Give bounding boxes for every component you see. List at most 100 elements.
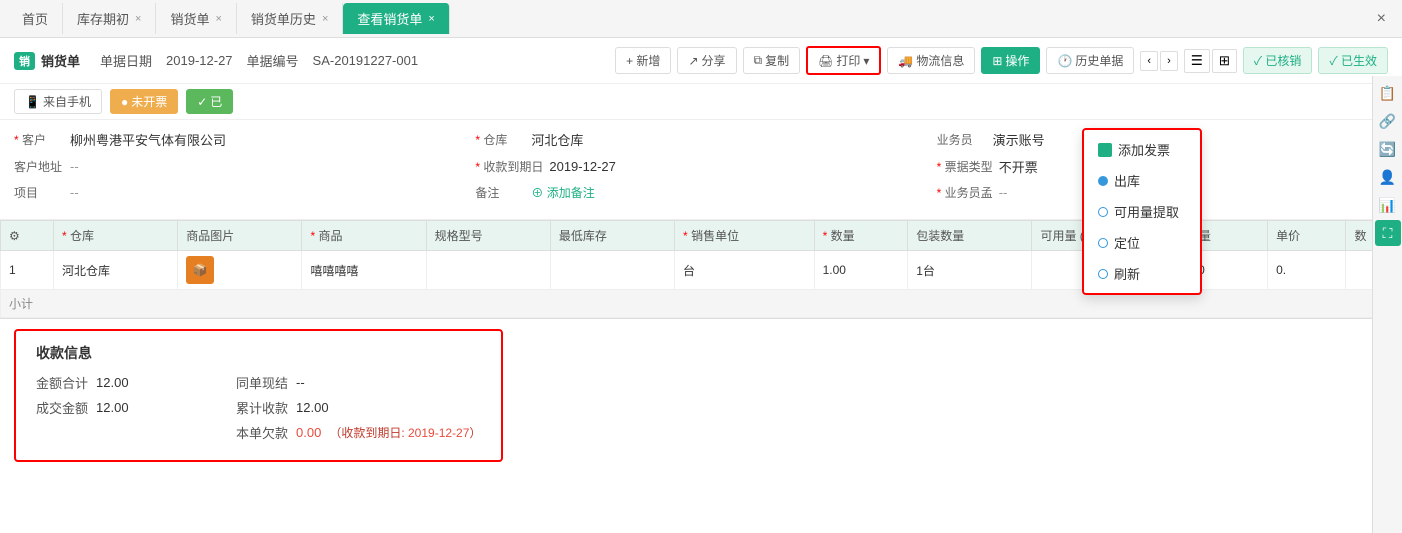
sidebar-icon-expand[interactable]: ⛶ xyxy=(1375,220,1401,246)
col-gear: ⚙ xyxy=(1,221,54,251)
add-invoice-label: 添加发票 xyxy=(1118,140,1170,159)
deal-amount-item: 成交金额 12.00 xyxy=(36,398,196,417)
check-button[interactable]: ✓ 已 xyxy=(186,89,233,114)
tab-sales-close[interactable]: × xyxy=(215,13,221,25)
tab-inventory[interactable]: 库存期初 × xyxy=(63,3,156,34)
doc-header: 销 销货单 单据日期 2019-12-27 单据编号 SA-20191227-0… xyxy=(0,38,1402,84)
same-order-value: -- xyxy=(296,375,305,390)
row-warehouse: 河北仓库 xyxy=(54,251,178,290)
cumulative-value: 12.00 xyxy=(296,400,329,415)
right-sidebar: 📋 🔗 🔄 👤 📊 ⛶ xyxy=(1372,76,1402,533)
tab-sales[interactable]: 销货单 × xyxy=(156,3,236,34)
row-product: 嘻嘻嘻嘻 xyxy=(302,251,426,290)
date-value: 2019-12-27 xyxy=(166,53,233,68)
deal-amount-value: 12.00 xyxy=(96,400,129,415)
total-amount-label: 金额合计 xyxy=(36,373,88,392)
refresh-icon xyxy=(1098,269,1108,279)
row-pkg-qty: 1台 xyxy=(908,251,1032,290)
check-icon: ✓ xyxy=(1254,54,1262,68)
cumulative-item: 累计收款 12.00 xyxy=(236,398,396,417)
number-label: 单据编号 xyxy=(247,51,299,70)
customer-field: 客户 柳州粤港平安气体有限公司 xyxy=(14,130,465,149)
col-price: 单价 xyxy=(1268,221,1346,251)
employee-label: 业务员 xyxy=(937,131,987,148)
row-num: 1 xyxy=(1,251,54,290)
warehouse-field: 仓库 河北仓库 xyxy=(475,130,926,149)
outbound-item[interactable]: 出库 xyxy=(1084,165,1200,196)
tab-inventory-close[interactable]: × xyxy=(135,13,141,25)
effect-check-icon: ✓ xyxy=(1329,54,1337,68)
logistics-icon: 🚚 xyxy=(898,54,913,68)
col-spec: 规格型号 xyxy=(426,221,550,251)
sales-person-label: 业务员孟 xyxy=(937,184,993,201)
sales-person-value: -- xyxy=(999,185,1008,200)
sidebar-icon-3[interactable]: 🔄 xyxy=(1375,136,1401,162)
add-button[interactable]: + 新增 xyxy=(615,47,671,74)
plus-icon: ⊕ xyxy=(531,186,543,200)
sidebar-icon-1[interactable]: 📋 xyxy=(1375,80,1401,106)
print-dropdown-icon: ▾ xyxy=(863,54,869,68)
grid-view-button[interactable]: ⊞ xyxy=(1212,49,1237,73)
available-extract-item[interactable]: 可用量提取 xyxy=(1084,196,1200,227)
row-price: 0. xyxy=(1268,251,1346,290)
share-button[interactable]: ↗ 分享 xyxy=(677,47,736,74)
tab-bar: 首页 库存期初 × 销货单 × 销货单历史 × 查看销货单 × × xyxy=(0,0,1402,38)
same-order-label: 同单现结 xyxy=(236,373,288,392)
payment-row-1: 金额合计 12.00 同单现结 -- xyxy=(36,373,481,392)
outbound-label: 出库 xyxy=(1114,171,1140,190)
add-remark-button[interactable]: ⊕ 添加备注 xyxy=(531,184,594,201)
effect-status: ✓ 已生效 xyxy=(1318,47,1388,74)
col-unit: 销售单位 xyxy=(675,221,815,251)
view-toggle: ☰ ⊞ xyxy=(1184,49,1237,73)
doc-type-label: 销货单 xyxy=(41,51,80,70)
copy-button[interactable]: ⧉ 复制 xyxy=(743,47,801,74)
print-button[interactable]: 🖨 打印 ▾ xyxy=(806,46,881,75)
row-qty: 1.00 xyxy=(814,251,908,290)
total-amount-item: 金额合计 12.00 xyxy=(36,373,196,392)
locate-icon xyxy=(1098,238,1108,248)
doc-title: 销 销货单 xyxy=(14,51,80,70)
product-image-icon: 📦 xyxy=(193,263,208,277)
prev-button[interactable]: ‹ xyxy=(1140,51,1158,71)
history-button[interactable]: 🕐 历史单据 xyxy=(1046,47,1134,74)
window-close[interactable]: × xyxy=(1369,10,1394,28)
check-status-icon: ✓ xyxy=(197,95,207,109)
sidebar-icon-5[interactable]: 📊 xyxy=(1375,192,1401,218)
copy-icon: ⧉ xyxy=(754,53,763,68)
tab-view-sales-close[interactable]: × xyxy=(428,13,434,25)
operate-button[interactable]: ⊞ 操作 xyxy=(981,47,1040,74)
bottom-section: 收款信息 金额合计 12.00 同单现结 -- 成交金额 12.00 累计收款 xyxy=(0,319,1402,472)
locate-item[interactable]: 定位 xyxy=(1084,227,1200,258)
sidebar-icon-2[interactable]: 🔗 xyxy=(1375,108,1401,134)
invoice-type-value: 不开票 xyxy=(999,157,1038,176)
from-phone-button[interactable]: 📱 来自手机 xyxy=(14,89,102,114)
list-view-button[interactable]: ☰ xyxy=(1184,49,1210,73)
due-date-field: 收款到期日 2019-12-27 xyxy=(475,158,926,175)
sidebar-icon-4[interactable]: 👤 xyxy=(1375,164,1401,190)
address-value: -- xyxy=(70,159,79,174)
tab-home[interactable]: 首页 xyxy=(8,3,63,34)
next-button[interactable]: › xyxy=(1160,51,1178,71)
tab-view-sales[interactable]: 查看销货单 × xyxy=(343,3,449,34)
add-invoice-item[interactable]: 添加发票 xyxy=(1084,134,1200,165)
tab-sales-history[interactable]: 销货单历史 × xyxy=(237,3,343,34)
status-bar: 📱 来自手机 ● 未开票 ✓ 已 xyxy=(0,84,1402,120)
due-date-note: （收款到期日: 2019-12-27） xyxy=(329,424,481,441)
due-date-label: 收款到期日 xyxy=(475,158,543,175)
doc-meta: 单据日期 2019-12-27 单据编号 SA-20191227-001 xyxy=(100,51,615,70)
row-image: 📦 xyxy=(178,251,302,290)
row-spec xyxy=(426,251,550,290)
tab-sales-history-close[interactable]: × xyxy=(322,13,328,25)
payment-row-3: 本单欠款 0.00 （收款到期日: 2019-12-27） xyxy=(36,423,481,442)
payment-title: 收款信息 xyxy=(36,343,481,363)
due-amount-label: 本单欠款 xyxy=(236,423,288,442)
refresh-label: 刷新 xyxy=(1114,264,1140,283)
col-qty: 数量 xyxy=(814,221,908,251)
refresh-item[interactable]: 刷新 xyxy=(1084,258,1200,289)
address-label: 客户地址 xyxy=(14,158,64,175)
nav-arrows: ‹ › xyxy=(1140,51,1177,71)
customer-label: 客户 xyxy=(14,131,64,148)
logistics-button[interactable]: 🚚 物流信息 xyxy=(887,47,975,74)
not-open-button[interactable]: ● 未开票 xyxy=(110,89,178,114)
operate-icon: ⊞ xyxy=(992,54,1002,68)
